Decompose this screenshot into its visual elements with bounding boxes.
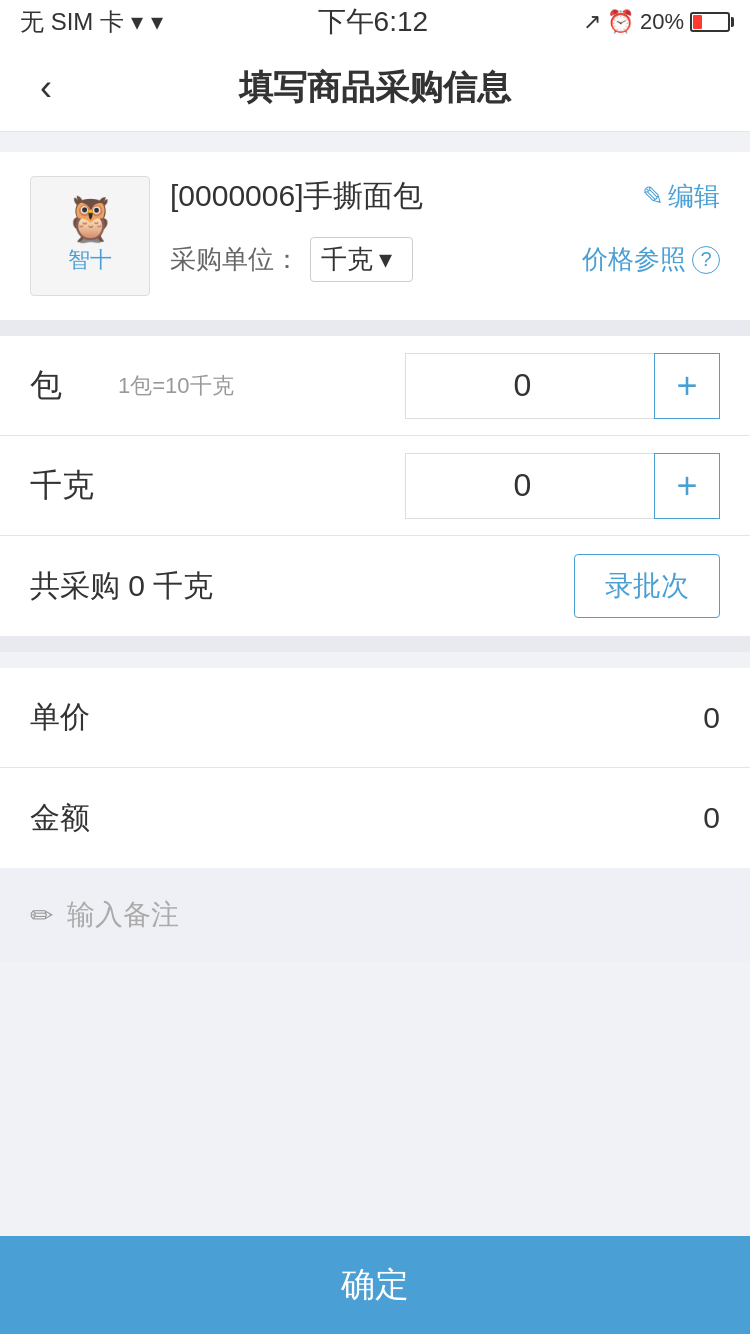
unit-price-label: 单价 xyxy=(30,697,90,738)
kg-input-row: 千克 + xyxy=(0,436,750,536)
unit-price-row: 单价 0 xyxy=(0,668,750,768)
product-logo-label: 智十 xyxy=(68,245,112,275)
amount-row: 金额 0 xyxy=(0,768,750,868)
battery-icon xyxy=(690,12,730,32)
product-image: 🦉 智十 xyxy=(30,176,150,296)
kg-label: 千克 xyxy=(30,464,110,508)
battery-percent: 20% xyxy=(640,9,684,35)
amount-label: 金额 xyxy=(30,798,90,839)
status-time: 下午6:12 xyxy=(318,3,429,41)
unit-row: 采购单位： 千克 ▾ 价格参照 ? xyxy=(170,237,720,282)
bag-input[interactable] xyxy=(405,353,655,419)
bag-sub-label: 1包=10千克 xyxy=(118,371,234,401)
remark-placeholder: 输入备注 xyxy=(67,896,179,934)
location-icon: ↗ xyxy=(583,9,601,35)
input-section: 包 1包=10千克 + 千克 + xyxy=(0,336,750,536)
bag-plus-button[interactable]: + xyxy=(654,353,720,419)
section-divider-1 xyxy=(0,320,750,336)
amount-value: 0 xyxy=(703,801,720,835)
unit-select[interactable]: 千克 ▾ xyxy=(310,237,413,282)
product-name-row: [0000006]手撕面包 ✎ 编辑 xyxy=(170,176,720,217)
wifi-icon: ▾ xyxy=(151,8,163,36)
unit-value: 千克 xyxy=(321,242,373,277)
unit-label: 采购单位： xyxy=(170,242,300,277)
bag-input-row: 包 1包=10千克 + xyxy=(0,336,750,436)
edit-icon: ✎ xyxy=(642,181,664,212)
pencil-icon: ✏ xyxy=(30,899,53,932)
kg-input[interactable] xyxy=(405,453,655,519)
sim-status: 无 SIM 卡 ▾ xyxy=(20,6,143,38)
status-left: 无 SIM 卡 ▾ ▾ xyxy=(20,6,163,38)
status-bar: 无 SIM 卡 ▾ ▾ 下午6:12 ↗ ⏰ 20% xyxy=(0,0,750,44)
product-info: [0000006]手撕面包 ✎ 编辑 采购单位： 千克 ▾ 价格参照 ? xyxy=(170,176,720,282)
product-name: [0000006]手撕面包 xyxy=(170,176,423,217)
edit-button[interactable]: ✎ 编辑 xyxy=(642,179,720,214)
summary-text: 共采购 0 千克 xyxy=(30,566,213,607)
status-right: ↗ ⏰ 20% xyxy=(583,9,730,35)
price-section: 单价 0 金额 0 xyxy=(0,668,750,868)
record-batch-button[interactable]: 录批次 xyxy=(574,554,720,618)
remark-section[interactable]: ✏ 输入备注 xyxy=(0,868,750,962)
price-ref-label: 价格参照 xyxy=(582,242,686,277)
nav-bar: ‹ 填写商品采购信息 xyxy=(0,44,750,132)
price-ref-button[interactable]: 价格参照 ? xyxy=(582,242,720,277)
unit-price-value: 0 xyxy=(703,701,720,735)
edit-label: 编辑 xyxy=(668,179,720,214)
back-button[interactable]: ‹ xyxy=(30,57,62,119)
confirm-button[interactable]: 确定 xyxy=(0,1236,750,1334)
product-logo-icon: 🦉 xyxy=(63,197,118,241)
section-divider-2 xyxy=(0,636,750,652)
price-ref-icon: ? xyxy=(692,246,720,274)
dropdown-icon: ▾ xyxy=(379,244,392,275)
alarm-icon: ⏰ xyxy=(607,9,634,35)
page-title: 填写商品采购信息 xyxy=(239,65,511,111)
summary-row: 共采购 0 千克 录批次 xyxy=(0,536,750,636)
bag-label: 包 xyxy=(30,364,110,408)
kg-plus-button[interactable]: + xyxy=(654,453,720,519)
product-card: 🦉 智十 [0000006]手撕面包 ✎ 编辑 采购单位： 千克 ▾ xyxy=(0,152,750,320)
